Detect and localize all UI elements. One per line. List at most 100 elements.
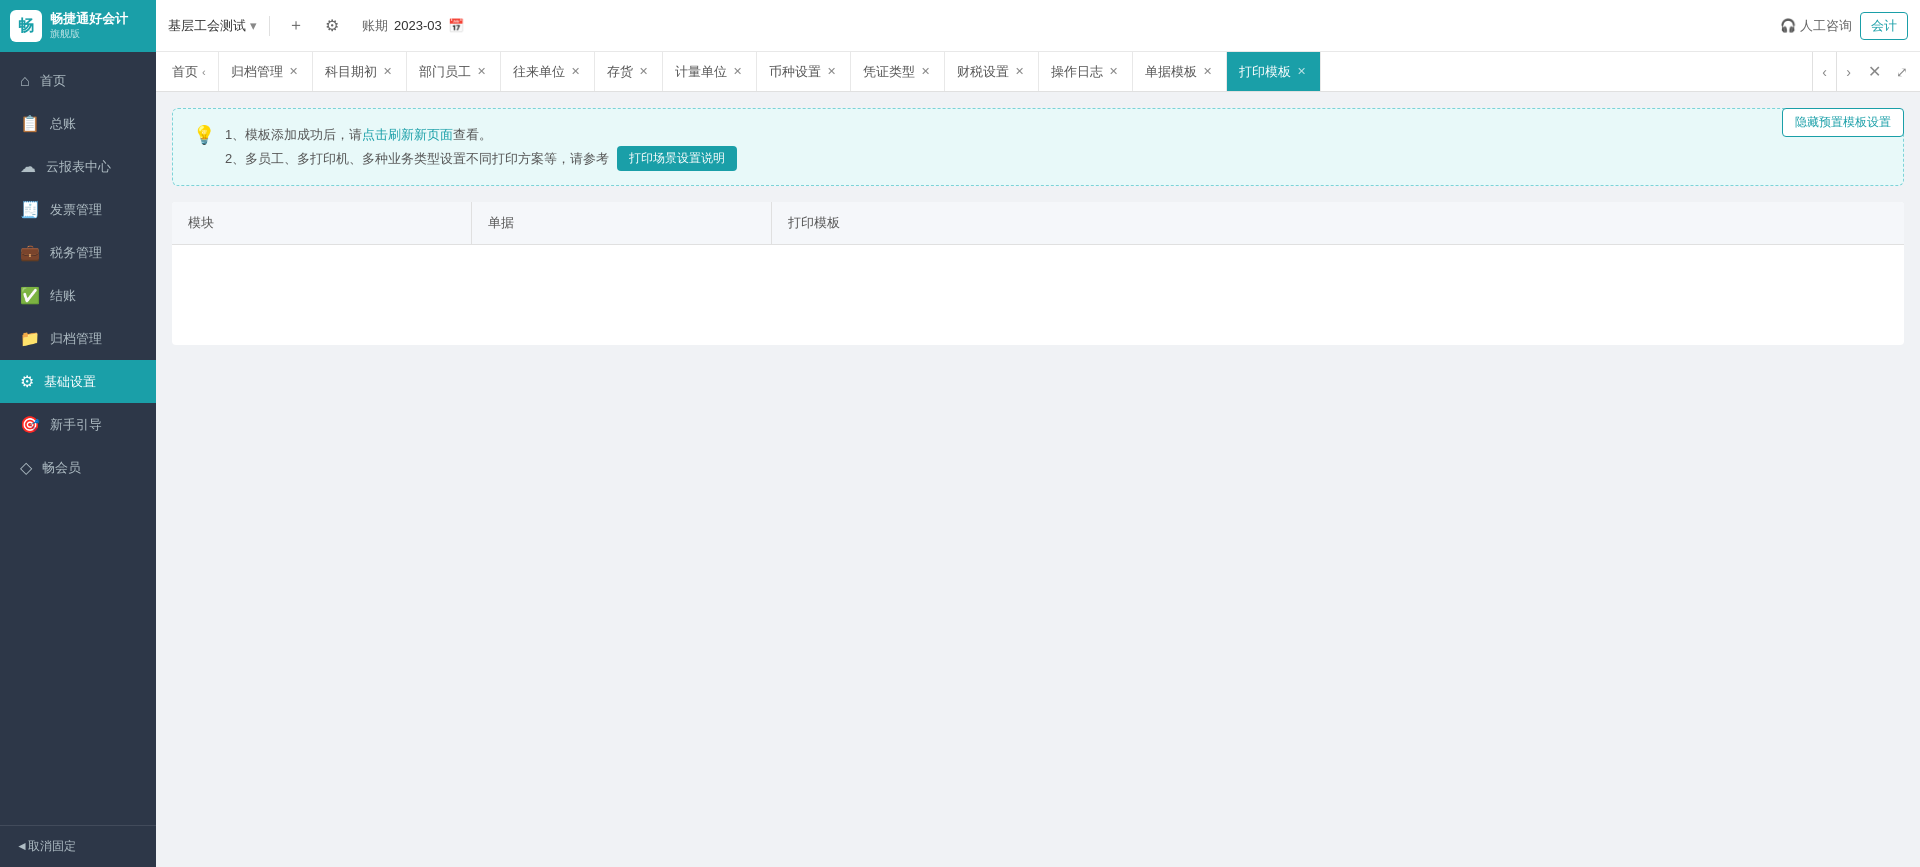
calendar-icon[interactable]: 📅: [448, 18, 464, 33]
info-card: 💡 1、模板添加成功后，请点击刷新新页面查看。 2、多员工、多打印机、多种业务类…: [172, 108, 1904, 186]
sidebar-item-ledger[interactable]: 📋 总账: [0, 102, 156, 145]
tab-oplog-close[interactable]: ✕: [1107, 64, 1120, 79]
col-receipt: 单据: [472, 202, 772, 244]
account-button[interactable]: 会计: [1860, 12, 1908, 40]
tab-print[interactable]: 打印模板 ✕: [1227, 52, 1321, 92]
sidebar-label-member: 畅会员: [42, 459, 81, 477]
ai-consult-button[interactable]: 🎧 人工咨询: [1780, 17, 1852, 35]
tab-next-arrow[interactable]: ›: [1836, 52, 1860, 92]
logo-sub: 旗舰版: [50, 27, 128, 41]
info-icon: 💡: [193, 124, 215, 146]
tab-print-close[interactable]: ✕: [1295, 64, 1308, 79]
invoice-icon: 🧾: [20, 200, 40, 219]
tab-home-arrow: ‹: [202, 66, 206, 78]
sidebar-item-archive[interactable]: 📁 归档管理: [0, 317, 156, 360]
tab-currency-close[interactable]: ✕: [825, 64, 838, 79]
tab-home[interactable]: 首页 ‹: [160, 52, 219, 92]
tab-archive-close[interactable]: ✕: [287, 64, 300, 79]
info-text: 1、模板添加成功后，请点击刷新新页面查看。 2、多员工、多打印机、多种业务类型设…: [225, 123, 737, 171]
sidebar-nav: ⌂ 首页 📋 总账 ☁ 云报表中心 🧾 发票管理 💼 税务管理 ✅ 结账 📁 归档管理 ⚙ 基础设置 🎯 新手引导…: [0, 52, 156, 825]
tab-taxsetting[interactable]: 财税设置 ✕: [945, 52, 1039, 92]
topbar: 基层工会测试 ▾ ＋ ⚙ 账期 2023-03 📅 🎧 人工咨询 会计: [156, 0, 1920, 52]
print-template-table: 模块 单据 打印模板: [172, 202, 1904, 345]
sidebar-label-home: 首页: [40, 72, 66, 90]
table-body: [172, 245, 1904, 345]
sidebar-label-invoice: 发票管理: [50, 201, 102, 219]
sidebar-item-invoice[interactable]: 🧾 发票管理: [0, 188, 156, 231]
sidebar: 畅 畅捷通好会计 旗舰版 ⌂ 首页 📋 总账 ☁ 云报表中心 🧾 发票管理 💼 税务管理 ✅ 结账 📁 归…: [0, 0, 156, 867]
tab-department-close[interactable]: ✕: [475, 64, 488, 79]
sidebar-label-tax: 税务管理: [50, 244, 102, 262]
tab-partner-close[interactable]: ✕: [569, 64, 582, 79]
tab-receipt[interactable]: 单据模板 ✕: [1133, 52, 1227, 92]
tabbar-controls: ‹ › ✕ ⤢: [1812, 52, 1916, 92]
home-icon: ⌂: [20, 72, 30, 90]
topbar-right: 🎧 人工咨询 会计: [1780, 12, 1908, 40]
chevron-down-icon: ▾: [250, 18, 257, 33]
period-value: 2023-03: [394, 18, 442, 33]
col-module: 模块: [172, 202, 472, 244]
sidebar-item-tax[interactable]: 💼 税务管理: [0, 231, 156, 274]
period-info: 账期 2023-03 📅: [362, 17, 464, 35]
hide-template-button[interactable]: 隐藏预置模板设置: [1782, 108, 1904, 137]
logo-icon: 畅: [10, 10, 42, 42]
tab-archive[interactable]: 归档管理 ✕: [219, 52, 313, 92]
sidebar-label-archive: 归档管理: [50, 330, 102, 348]
tab-voucher-close[interactable]: ✕: [919, 64, 932, 79]
tab-partner[interactable]: 往来单位 ✕: [501, 52, 595, 92]
tabbar: 首页 ‹ 归档管理 ✕ 科目期初 ✕ 部门员工 ✕ 往来单位 ✕ 存货 ✕ 计量…: [156, 52, 1920, 92]
sidebar-label-reports: 云报表中心: [46, 158, 111, 176]
settings-icon: ⚙: [20, 372, 34, 391]
sidebar-item-checkout[interactable]: ✅ 结账: [0, 274, 156, 317]
sidebar-label-ledger: 总账: [50, 115, 76, 133]
tab-taxsetting-close[interactable]: ✕: [1013, 64, 1026, 79]
tax-icon: 💼: [20, 243, 40, 262]
tab-unit-close[interactable]: ✕: [731, 64, 744, 79]
headset-icon: 🎧: [1780, 18, 1796, 33]
company-name: 基层工会测试: [168, 17, 246, 35]
logo: 畅 畅捷通好会计 旗舰版: [0, 0, 156, 52]
sidebar-label-checkout: 结账: [50, 287, 76, 305]
tab-currency[interactable]: 币种设置 ✕: [757, 52, 851, 92]
logo-name: 畅捷通好会计: [50, 11, 128, 28]
refresh-link[interactable]: 点击刷新新页面: [362, 127, 453, 142]
divider: [269, 16, 270, 36]
member-icon: ◇: [20, 458, 32, 477]
sidebar-item-settings[interactable]: ⚙ 基础设置: [0, 360, 156, 403]
tab-prev-arrow[interactable]: ‹: [1812, 52, 1836, 92]
tab-inventory-close[interactable]: ✕: [637, 64, 650, 79]
tab-voucher[interactable]: 凭证类型 ✕: [851, 52, 945, 92]
tab-subject[interactable]: 科目期初 ✕: [313, 52, 407, 92]
info-line2: 2、多员工、多打印机、多种业务类型设置不同打印方案等，请参考 打印场景设置说明: [225, 146, 737, 171]
sidebar-item-home[interactable]: ⌂ 首页: [0, 60, 156, 102]
sidebar-item-reports[interactable]: ☁ 云报表中心: [0, 145, 156, 188]
ledger-icon: 📋: [20, 114, 40, 133]
page-content: 隐藏预置模板设置 💡 1、模板添加成功后，请点击刷新新页面查看。 2、多员工、多…: [156, 92, 1920, 867]
tab-department[interactable]: 部门员工 ✕: [407, 52, 501, 92]
tab-unit[interactable]: 计量单位 ✕: [663, 52, 757, 92]
info-line1: 1、模板添加成功后，请点击刷新新页面查看。: [225, 123, 737, 146]
sidebar-item-member[interactable]: ◇ 畅会员: [0, 446, 156, 489]
company-selector[interactable]: 基层工会测试 ▾: [168, 17, 257, 35]
tab-receipt-close[interactable]: ✕: [1201, 64, 1214, 79]
settings-icon[interactable]: ⚙: [318, 12, 346, 40]
sidebar-label-guide: 新手引导: [50, 416, 102, 434]
archive-icon: 📁: [20, 329, 40, 348]
period-label: 账期: [362, 17, 388, 35]
guide-icon: 🎯: [20, 415, 40, 434]
tab-oplog[interactable]: 操作日志 ✕: [1039, 52, 1133, 92]
table-header: 模块 单据 打印模板: [172, 202, 1904, 245]
sidebar-label-settings: 基础设置: [44, 373, 96, 391]
col-template: 打印模板: [772, 202, 1904, 244]
tab-expand[interactable]: ⤢: [1888, 52, 1916, 92]
tab-close-all[interactable]: ✕: [1860, 52, 1888, 92]
sidebar-item-guide[interactable]: 🎯 新手引导: [0, 403, 156, 446]
checkout-icon: ✅: [20, 286, 40, 305]
tab-inventory[interactable]: 存货 ✕: [595, 52, 663, 92]
unpin-button[interactable]: ◄取消固定: [0, 825, 156, 867]
main-content: 基层工会测试 ▾ ＋ ⚙ 账期 2023-03 📅 🎧 人工咨询 会计 首页 ‹…: [156, 0, 1920, 867]
add-button[interactable]: ＋: [282, 12, 310, 40]
print-scene-btn[interactable]: 打印场景设置说明: [617, 146, 737, 171]
tab-subject-close[interactable]: ✕: [381, 64, 394, 79]
reports-icon: ☁: [20, 157, 36, 176]
